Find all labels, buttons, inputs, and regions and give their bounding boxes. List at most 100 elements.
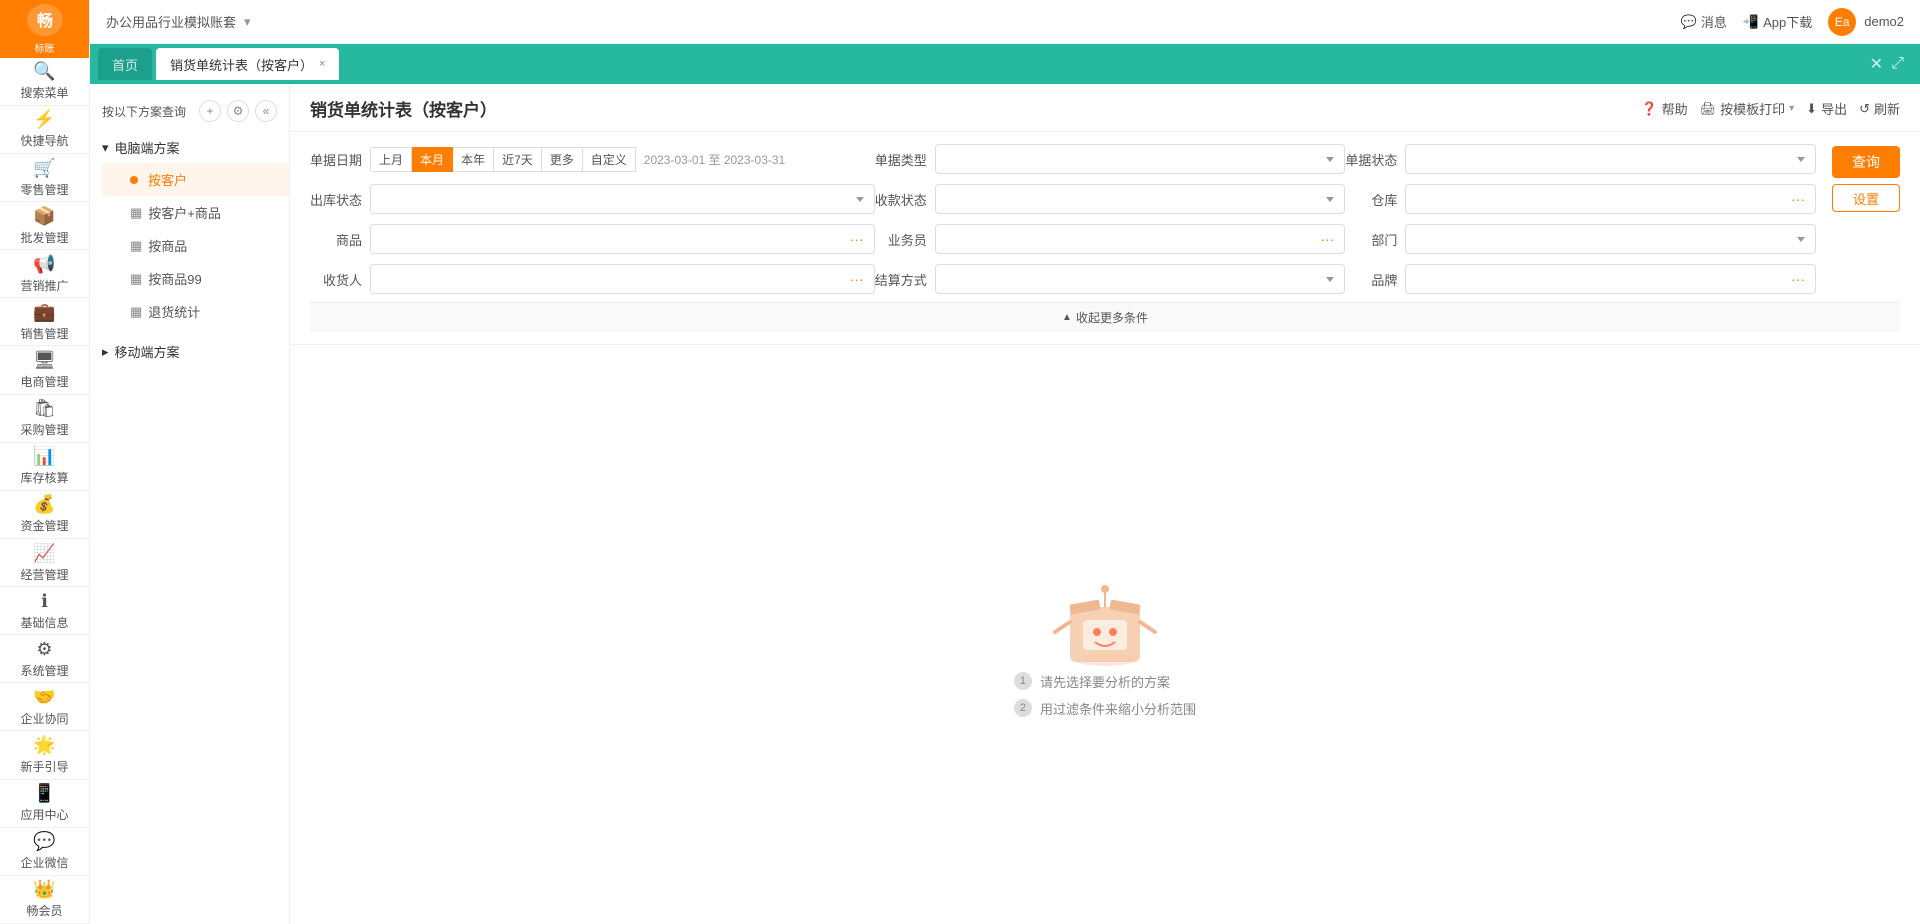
sidebar-item-enterprise-collab[interactable]: 🤝 企业协同 (0, 683, 90, 731)
settlement-field: 结算方式 (875, 264, 1346, 294)
user-profile-btn[interactable]: Ea demo2 (1828, 8, 1904, 36)
receiver-select[interactable]: ··· (370, 264, 875, 294)
out-status-select[interactable] (370, 184, 875, 214)
help-btn[interactable]: ❓ 帮助 (1641, 99, 1687, 118)
collapse-panel-btn[interactable]: « (255, 100, 277, 122)
avatar: Ea (1828, 8, 1856, 36)
scheme-return-stats[interactable]: ▦ 退货统计 (102, 295, 289, 328)
desktop-schemes: 按客户 ▦ 按客户+商品 ▦ 按商品 ▦ 按商品99 ▦ (90, 163, 289, 328)
filter-row-1: 单据日期 上月 本月 本年 近7天 更多 自定义 (310, 144, 1816, 174)
sidebar-item-enterprise-wechat[interactable]: 💬 企业微信 (0, 828, 90, 876)
app-title: 办公用品行业模拟账套 (106, 12, 236, 31)
goods-select[interactable]: ··· (370, 224, 875, 254)
doc-type-field: 单据类型 (875, 144, 1346, 174)
title-actions: ❓ 帮助 🖨 按模板打印 ▾ ⬇ 导出 ↺ 刷新 (1641, 99, 1900, 118)
sidebar-item-search-menu[interactable]: 🔍 搜索菜单 (0, 58, 90, 106)
add-scheme-btn[interactable]: + (199, 100, 221, 122)
receiver-dots[interactable]: ··· (850, 271, 864, 287)
refresh-btn[interactable]: ↺ 刷新 (1859, 99, 1900, 118)
tab-close-btn[interactable]: ✕ (1870, 54, 1883, 74)
settlement-select[interactable] (935, 264, 1346, 294)
filter-section-mobile: ▸ 移动端方案 (90, 332, 289, 371)
sidebar-item-purchase[interactable]: 🛍 采购管理 (0, 395, 90, 443)
sidebar-item-label: 库存核算 (20, 469, 68, 486)
period-last-month[interactable]: 上月 (370, 147, 412, 172)
search-filters: 单据日期 上月 本月 本年 近7天 更多 自定义 (290, 132, 1920, 345)
empty-state-tips: 1 请先选择要分析的方案 2 用过滤条件来缩小分析范围 (1014, 672, 1196, 718)
app-download-btn[interactable]: 📲 App下载 (1743, 12, 1812, 31)
username: demo2 (1864, 14, 1904, 29)
warehouse-dots[interactable]: ··· (1791, 191, 1805, 207)
sidebar-item-ecommerce[interactable]: 🖥 电商管理 (0, 346, 90, 394)
sidebar-item-wholesale[interactable]: 📦 批发管理 (0, 202, 90, 250)
page-content: 按以下方案查询 + ⚙ « ▾ 电脑端方案 按客户 (90, 84, 1920, 924)
settlement-arrow (1326, 277, 1334, 282)
goods-dots[interactable]: ··· (850, 231, 864, 247)
dept-select[interactable] (1405, 224, 1816, 254)
settings-scheme-btn[interactable]: ⚙ (227, 100, 249, 122)
search-button[interactable]: 查询 (1832, 146, 1900, 178)
sidebar-item-system[interactable]: ⚙ 系统管理 (0, 635, 90, 683)
out-status-label: 出库状态 (310, 190, 370, 209)
sidebar-item-app-center[interactable]: 📱 应用中心 (0, 780, 90, 828)
sidebar-item-finance[interactable]: 💰 资金管理 (0, 491, 90, 539)
mobile-section-header[interactable]: ▸ 移动端方案 (90, 336, 289, 367)
settings-button[interactable]: 设置 (1832, 184, 1900, 212)
scheme-icon-1: ▦ (130, 205, 142, 221)
sidebar-item-marketing[interactable]: 📢 营销推广 (0, 250, 90, 298)
period-last-7-days[interactable]: 近7天 (494, 147, 542, 172)
right-content: 销货单统计表（按客户） ❓ 帮助 🖨 按模板打印 ▾ ⬇ 导出 (290, 84, 1920, 924)
new-user-icon: 🌟 (33, 735, 55, 756)
sidebar-item-label: 资金管理 (20, 517, 68, 534)
tab-maximize-btn[interactable]: ⤢ (1891, 55, 1904, 73)
brand-label: 品牌 (1345, 270, 1405, 289)
salesperson-field: 业务员 ··· (875, 224, 1346, 254)
dropdown-arrow[interactable]: ▾ (244, 14, 251, 30)
warehouse-select[interactable]: ··· (1405, 184, 1816, 214)
desktop-section-header[interactable]: ▾ 电脑端方案 (90, 132, 289, 163)
scheme-by-goods[interactable]: ▦ 按商品 (102, 229, 289, 262)
app-logo[interactable]: 畅 标账 (0, 0, 90, 58)
brand-dots[interactable]: ··· (1791, 271, 1805, 287)
receipt-status-select[interactable] (935, 184, 1346, 214)
sidebar-item-sales[interactable]: 💼 销售管理 (0, 298, 90, 346)
period-this-year[interactable]: 本年 (453, 147, 494, 172)
tab-sales-stats[interactable]: 销货单统计表（按客户） × (156, 48, 339, 80)
doc-status-field: 单据状态 (1345, 144, 1816, 174)
doc-type-select[interactable] (935, 144, 1346, 174)
app-download-label: App下载 (1763, 12, 1812, 31)
scheme-by-customer[interactable]: 按客户 (102, 163, 289, 196)
ecommerce-icon: 🖥 (33, 350, 56, 371)
brand-select[interactable]: ··· (1405, 264, 1816, 294)
period-this-month[interactable]: 本月 (412, 147, 453, 172)
sidebar-item-vip[interactable]: 👑 畅会员 (0, 876, 90, 924)
collapse-bar[interactable]: ▲ 收起更多条件 (310, 302, 1900, 332)
sidebar-item-retail[interactable]: 🛒 零售管理 (0, 154, 90, 202)
scheme-by-customer-goods[interactable]: ▦ 按客户+商品 (102, 196, 289, 229)
tab-close-icon[interactable]: × (319, 58, 325, 70)
receipt-status-arrow (1326, 197, 1334, 202)
sidebar-item-operations[interactable]: 📈 经营管理 (0, 539, 90, 587)
print-btn[interactable]: 🖨 按模板打印 ▾ (1700, 99, 1795, 118)
sidebar-item-inventory[interactable]: 📊 库存核算 (0, 443, 90, 491)
dept-field: 部门 (1345, 224, 1816, 254)
salesperson-select[interactable]: ··· (935, 224, 1346, 254)
period-custom[interactable]: 自定义 (583, 147, 636, 172)
sidebar-item-quick-nav[interactable]: ⚡ 快捷导航 (0, 106, 90, 154)
salesperson-dots[interactable]: ··· (1320, 231, 1334, 247)
tab-home[interactable]: 首页 (98, 48, 152, 80)
chevron-down-icon: ▾ (102, 140, 109, 156)
sidebar-item-basic-info[interactable]: ℹ 基础信息 (0, 587, 90, 635)
message-btn[interactable]: 💬 消息 (1681, 12, 1727, 31)
doc-status-label: 单据状态 (1345, 150, 1405, 169)
sidebar-item-new-user[interactable]: 🌟 新手引导 (0, 731, 90, 779)
scheme-return-stats-label: 退货统计 (148, 302, 200, 321)
purchase-icon: 🛍 (33, 398, 56, 419)
period-more[interactable]: 更多 (542, 147, 583, 172)
scheme-by-goods-99[interactable]: ▦ 按商品99 (102, 262, 289, 295)
export-btn[interactable]: ⬇ 导出 (1806, 99, 1847, 118)
doc-status-select[interactable] (1405, 144, 1816, 174)
operations-icon: 📈 (33, 543, 55, 564)
refresh-icon: ↺ (1859, 101, 1870, 117)
sidebar-item-label: 快捷导航 (20, 132, 68, 149)
